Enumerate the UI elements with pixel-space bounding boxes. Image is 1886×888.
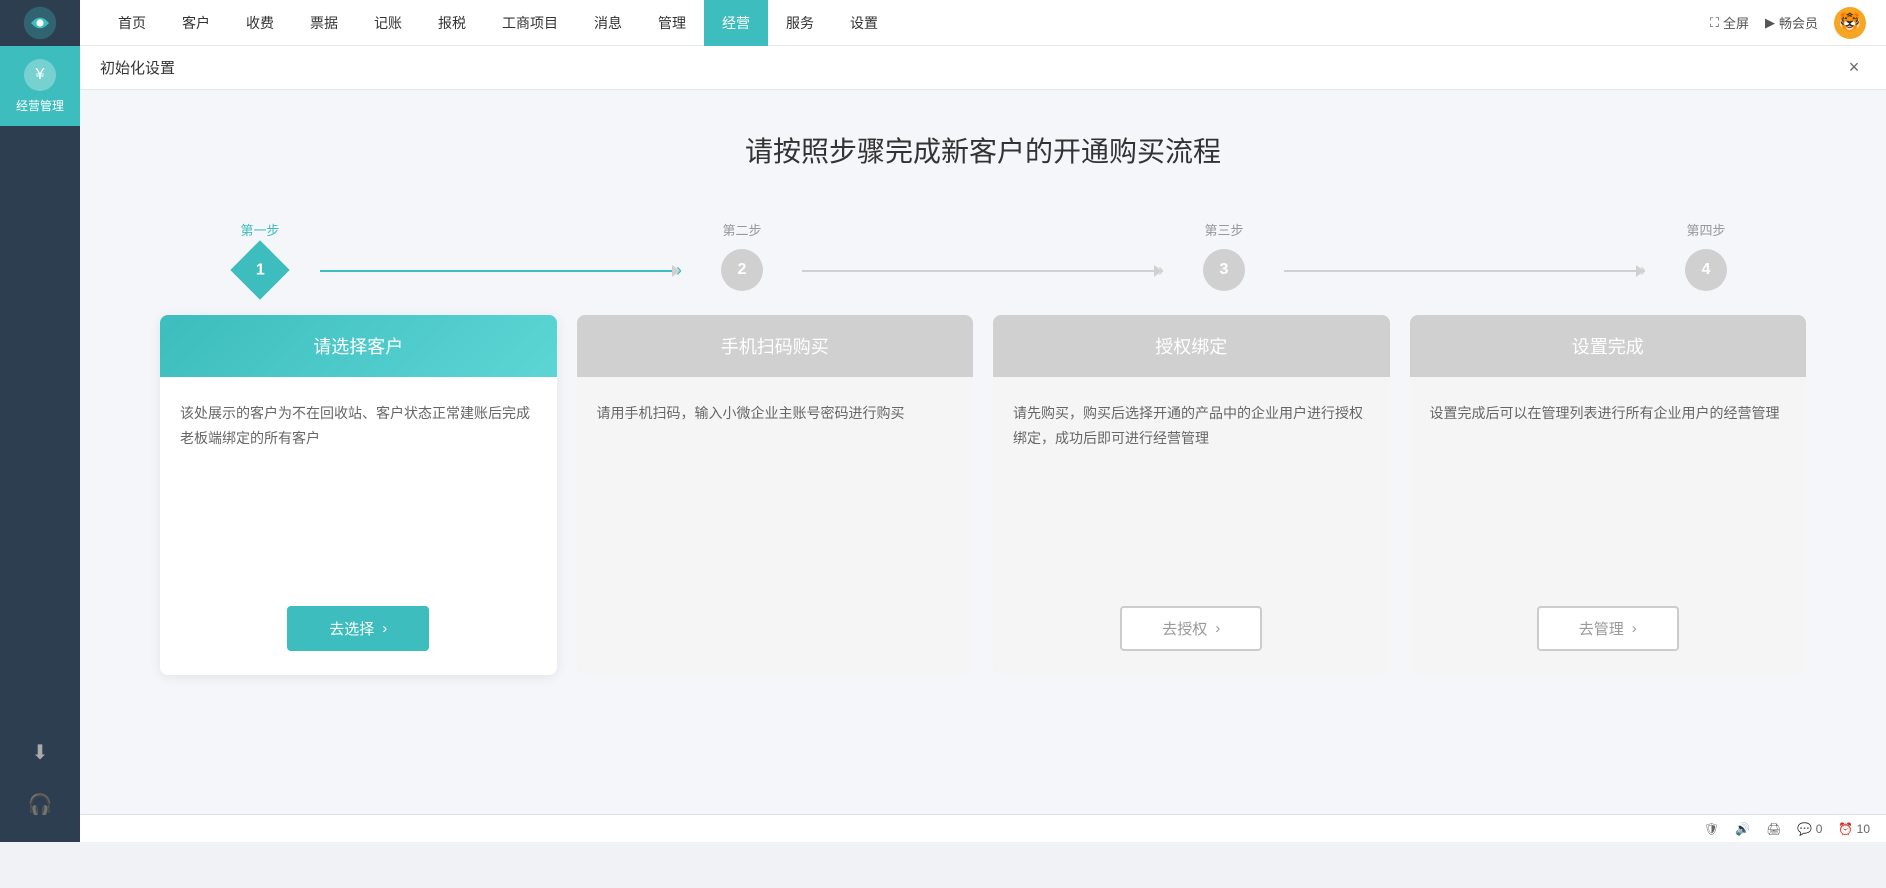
avatar[interactable]: 🐯 — [1834, 7, 1866, 39]
connector-1-2: › — [320, 260, 682, 281]
step-3: 第三步 3 — [1164, 220, 1284, 291]
inner-content: 请按照步骤完成新客户的开通购买流程 第一步 1 › 第二步 2 — [80, 90, 1886, 814]
step-3-number: 3 — [1220, 261, 1229, 279]
nav-right-actions: ⛶ 全屏 ▶ 畅会员 🐯 — [1710, 7, 1866, 39]
card-1: 请选择客户 该处展示的客户为不在回收站、客户状态正常建账后完成老板端绑定的所有客… — [160, 315, 557, 675]
sidebar-item-label: 经营管理 — [16, 97, 64, 114]
nav-customer[interactable]: 客户 — [164, 0, 228, 46]
step-1-diamond: 1 — [230, 240, 289, 299]
connector-3-4: › — [1284, 260, 1646, 281]
step-2-circle: 2 — [721, 249, 763, 291]
step-1-label: 第一步 — [240, 220, 279, 239]
card-1-header: 请选择客户 — [160, 315, 557, 377]
nav-bills[interactable]: 票据 — [292, 0, 356, 46]
shield-status: 🛡 — [1704, 822, 1719, 836]
headset-icon[interactable]: 🎧 — [22, 786, 58, 822]
cards-row: 请选择客户 该处展示的客户为不在回收站、客户状态正常建账后完成老板端绑定的所有客… — [140, 315, 1826, 675]
card-4-footer: 去管理 › — [1410, 590, 1807, 675]
step-3-label: 第三步 — [1204, 220, 1243, 239]
nav-service[interactable]: 服务 — [768, 0, 832, 46]
nav-settings[interactable]: 设置 — [832, 0, 896, 46]
step-1-number: 1 — [256, 261, 265, 279]
card-2-footer — [577, 635, 974, 675]
nav-tax[interactable]: 报税 — [420, 0, 484, 46]
connector-line-3 — [1284, 270, 1638, 272]
main-content: 初始化设置 × 请按照步骤完成新客户的开通购买流程 第一步 1 › 第二步 — [80, 46, 1886, 814]
vip-icon: ▶ — [1765, 15, 1775, 31]
connector-line-1 — [320, 270, 674, 272]
main-heading: 请按照步骤完成新客户的开通购买流程 — [140, 130, 1826, 170]
step-2: 第二步 2 — [682, 220, 802, 291]
card-3: 授权绑定 请先购买，购买后选择开通的产品中的企业用户进行授权绑定，成功后即可进行… — [993, 315, 1390, 675]
close-button[interactable]: × — [1842, 56, 1866, 80]
step-1: 第一步 1 — [200, 220, 320, 291]
connector-2-3: › — [802, 260, 1164, 281]
jingying-icon: ¥ — [24, 59, 56, 91]
go-manage-button[interactable]: 去管理 › — [1537, 606, 1679, 651]
go-authorize-label: 去授权 — [1162, 618, 1207, 639]
page-header: 初始化设置 × — [80, 46, 1886, 90]
go-select-button[interactable]: 去选择 › — [287, 606, 429, 651]
step-2-label: 第二步 — [722, 220, 761, 239]
status-bar: ▶ 完成 🛡 🔊 🖨 💬 0 ⏰ 10 — [0, 814, 1886, 842]
sidebar-item-jingying[interactable]: ¥ 经营管理 — [0, 46, 80, 126]
step-3-circle: 3 — [1203, 249, 1245, 291]
fullscreen-icon: ⛶ — [1710, 15, 1719, 31]
card-3-body: 请先购买，购买后选择开通的产品中的企业用户进行授权绑定，成功后即可进行经营管理 — [993, 377, 1390, 590]
nav-operations[interactable]: 经营 — [704, 0, 768, 46]
step-4-circle: 4 — [1685, 249, 1727, 291]
step-4: 第四步 4 — [1646, 220, 1766, 291]
card-2: 手机扫码购买 请用手机扫码，输入小微企业主账号密码进行购买 — [577, 315, 974, 675]
volume-status: 🔊 — [1735, 822, 1750, 836]
nav-fees[interactable]: 收费 — [228, 0, 292, 46]
card-3-footer: 去授权 › — [993, 590, 1390, 675]
go-select-arrow: › — [382, 620, 387, 637]
sidebar: ¥ 经营管理 ⬇ 🎧 — [0, 0, 80, 842]
card-4: 设置完成 设置完成后可以在管理列表进行所有企业用户的经营管理 去管理 › — [1410, 315, 1807, 675]
nav-manage[interactable]: 管理 — [640, 0, 704, 46]
download-icon[interactable]: ⬇ — [22, 734, 58, 770]
sidebar-bottom: ⬇ 🎧 — [22, 734, 58, 842]
fullscreen-button[interactable]: ⛶ 全屏 — [1710, 13, 1749, 32]
sidebar-logo — [0, 0, 80, 46]
message-status: 💬 0 — [1797, 822, 1822, 836]
card-3-header: 授权绑定 — [993, 315, 1390, 377]
top-nav: 首页 客户 收费 票据 记账 报税 工商项目 消息 管理 经营 服务 设置 ⛶ … — [80, 0, 1886, 46]
nav-business[interactable]: 工商项目 — [484, 0, 576, 46]
nav-accounting[interactable]: 记账 — [356, 0, 420, 46]
nav-home[interactable]: 首页 — [100, 0, 164, 46]
go-manage-arrow: › — [1632, 620, 1637, 637]
status-bar-right: 🛡 🔊 🖨 💬 0 ⏰ 10 — [1704, 822, 1870, 836]
card-2-header: 手机扫码购买 — [577, 315, 974, 377]
step-4-number: 4 — [1702, 261, 1711, 279]
time-status: ⏰ 10 — [1838, 822, 1870, 836]
page-title: 初始化设置 — [100, 57, 175, 78]
steps-container: 第一步 1 › 第二步 2 › — [140, 220, 1826, 291]
connector-line-2 — [802, 270, 1156, 272]
card-4-header: 设置完成 — [1410, 315, 1807, 377]
card-1-body: 该处展示的客户为不在回收站、客户状态正常建账后完成老板端绑定的所有客户 — [160, 377, 557, 590]
card-4-body: 设置完成后可以在管理列表进行所有企业用户的经营管理 — [1410, 377, 1807, 590]
vip-button[interactable]: ▶ 畅会员 — [1765, 13, 1818, 32]
card-1-footer: 去选择 › — [160, 590, 557, 675]
go-select-label: 去选择 — [329, 618, 374, 639]
go-manage-label: 去管理 — [1579, 618, 1624, 639]
print-status: 🖨 — [1766, 822, 1781, 836]
nav-message[interactable]: 消息 — [576, 0, 640, 46]
card-2-body: 请用手机扫码，输入小微企业主账号密码进行购买 — [577, 377, 974, 635]
go-authorize-button[interactable]: 去授权 › — [1120, 606, 1262, 651]
go-authorize-arrow: › — [1215, 620, 1220, 637]
step-4-label: 第四步 — [1686, 220, 1725, 239]
step-2-number: 2 — [738, 261, 747, 279]
